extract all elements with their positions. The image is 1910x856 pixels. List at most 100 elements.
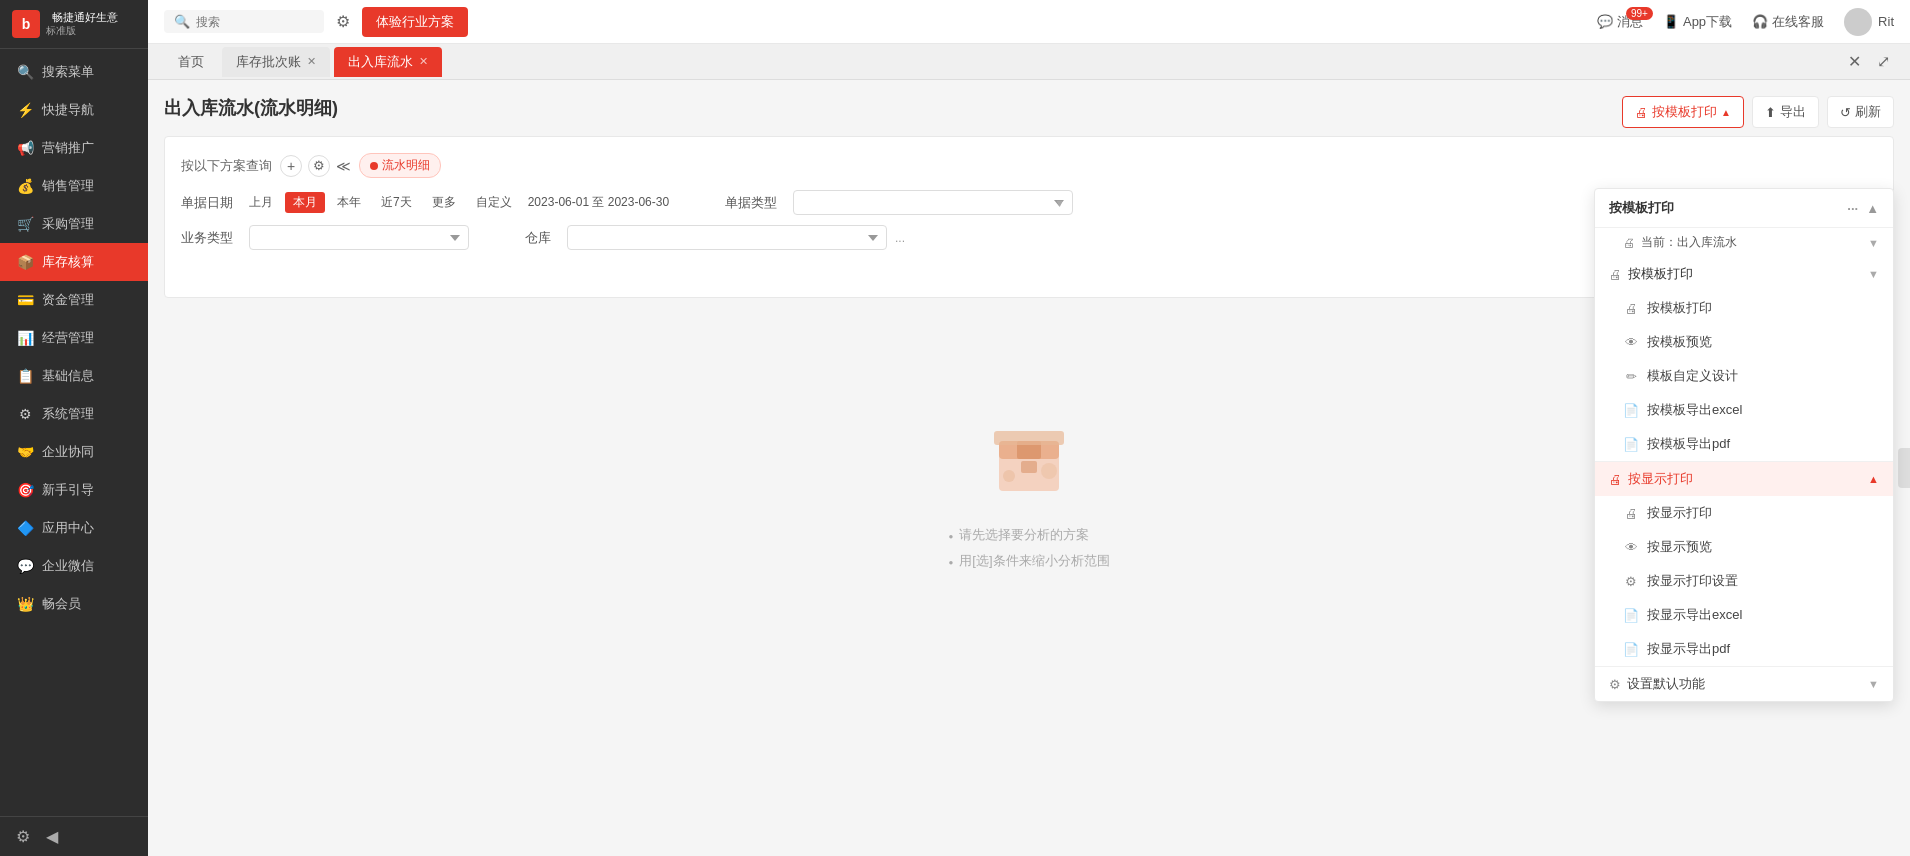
sidebar-item-sales[interactable]: 💰 销售管理 <box>0 167 148 205</box>
dropdown-current[interactable]: 🖨 当前：出入库流水 ▼ <box>1595 228 1893 257</box>
item-icon: 📄 <box>1623 641 1639 657</box>
date-option-更多[interactable]: 更多 <box>424 192 464 213</box>
industry-solution-button[interactable]: 体验行业方案 <box>362 7 468 37</box>
search-input[interactable] <box>196 15 296 29</box>
item-icon: 🖨 <box>1623 505 1639 521</box>
app-edition: 标准版 <box>46 24 118 38</box>
sidebar-item-finance[interactable]: 💳 资金管理 <box>0 281 148 319</box>
sidebar-item-member[interactable]: 👑 畅会员 <box>0 585 148 623</box>
dropdown-template-section: 🖨 按模板打印 ▼ 🖨 按模板打印👁 按模板预览✏ 模板自定义设计📄 按模板导出… <box>1595 257 1893 462</box>
nav-label-basic: 基础信息 <box>42 367 94 385</box>
display-item[interactable]: 📄 按显示导出pdf <box>1595 632 1893 666</box>
dropdown-chevron-up[interactable]: ▲ <box>1866 201 1879 216</box>
template-print-icon: 🖨 <box>1609 267 1622 282</box>
item-icon: ⚙ <box>1623 573 1639 589</box>
topbar-gear-icon[interactable]: ⚙ <box>336 12 350 31</box>
svg-point-5 <box>1041 463 1057 479</box>
print-icon: 🖨 <box>1635 105 1648 120</box>
nav-icon-inventory: 📦 <box>16 253 34 271</box>
filter-collapse-button[interactable]: ≪ <box>336 158 351 174</box>
date-option-上月[interactable]: 上月 <box>241 192 281 213</box>
online-service-button[interactable]: 🎧 在线客服 <box>1752 13 1824 31</box>
display-item[interactable]: 📄 按显示导出excel <box>1595 598 1893 632</box>
date-option-本月[interactable]: 本月 <box>285 192 325 213</box>
doctype-select[interactable] <box>793 190 1073 215</box>
date-options: 上月本月本年近7天更多自定义 <box>241 192 520 213</box>
sidebar-item-operation[interactable]: 📊 经营管理 <box>0 319 148 357</box>
filter-biztype-item: 业务类型 <box>181 225 469 250</box>
item-icon: ✏ <box>1623 368 1639 384</box>
tab-flow[interactable]: 出入库流水 ✕ <box>334 47 442 77</box>
filter-chip[interactable]: 流水明细 <box>359 153 441 178</box>
warehouse-select[interactable] <box>567 225 887 250</box>
tab-home[interactable]: 首页 <box>164 47 218 77</box>
date-label: 单据日期 <box>181 194 233 212</box>
print-template-button[interactable]: 🖨 按模板打印 ▲ <box>1622 96 1744 128</box>
filter-add-button[interactable]: + <box>280 155 302 177</box>
dropdown-more-icon[interactable]: ··· <box>1847 201 1858 216</box>
sidebar-item-basic[interactable]: 📋 基础信息 <box>0 357 148 395</box>
topbar: 🔍 ⚙ 体验行业方案 💬 消息 99+ 📱 App下载 🎧 在线客服 Rit <box>148 0 1910 44</box>
settings-default-icon: ⚙ <box>1609 677 1621 692</box>
svg-point-4 <box>1003 470 1015 482</box>
template-item[interactable]: 👁 按模板预览 <box>1595 325 1893 359</box>
sidebar-item-marketing[interactable]: 📢 营销推广 <box>0 129 148 167</box>
item-icon: 📄 <box>1623 436 1639 452</box>
biztype-select[interactable] <box>249 225 469 250</box>
template-item[interactable]: ✏ 模板自定义设计 <box>1595 359 1893 393</box>
template-item[interactable]: 🖨 按模板打印 <box>1595 291 1893 325</box>
item-label: 按模板打印 <box>1647 299 1712 317</box>
topbar-search-box[interactable]: 🔍 <box>164 10 324 33</box>
template-item[interactable]: 📄 按模板导出excel <box>1595 393 1893 427</box>
sidebar-item-wechat[interactable]: 💬 企业微信 <box>0 547 148 585</box>
sidebar-item-search[interactable]: 🔍 搜索菜单 <box>0 53 148 91</box>
settings-icon[interactable]: ⚙ <box>16 827 30 846</box>
display-item[interactable]: ⚙ 按显示打印设置 <box>1595 564 1893 598</box>
sidebar-item-enterprise[interactable]: 🤝 企业协同 <box>0 433 148 471</box>
nav-icon-sales: 💰 <box>16 177 34 195</box>
tab-batch[interactable]: 库存批次账 ✕ <box>222 47 330 77</box>
date-option-近7天[interactable]: 近7天 <box>373 192 420 213</box>
svg-rect-6 <box>1021 461 1037 473</box>
sidebar-item-appcenter[interactable]: 🔷 应用中心 <box>0 509 148 547</box>
template-section-header[interactable]: 🖨 按模板打印 ▼ <box>1595 257 1893 291</box>
nav-icon-finance: 💳 <box>16 291 34 309</box>
right-edge-button[interactable] <box>1898 448 1910 488</box>
export-icon: ⬆ <box>1765 105 1776 120</box>
filter-settings-button[interactable]: ⚙ <box>308 155 330 177</box>
sidebar-item-purchase[interactable]: 🛒 采购管理 <box>0 205 148 243</box>
tab-close-batch[interactable]: ✕ <box>307 55 316 68</box>
user-avatar-area[interactable]: Rit <box>1844 8 1894 36</box>
tab-close-all-button[interactable]: ✕ <box>1844 50 1865 73</box>
sidebar-item-inventory[interactable]: 📦 库存核算 <box>0 243 148 281</box>
item-icon: 👁 <box>1623 539 1639 555</box>
warehouse-more-button[interactable]: ... <box>895 231 905 245</box>
tab-close-flow[interactable]: ✕ <box>419 55 428 68</box>
sidebar-item-quicknav[interactable]: ⚡ 快捷导航 <box>0 91 148 129</box>
display-chevron: ▲ <box>1868 473 1879 485</box>
nav-label-quicknav: 快捷导航 <box>42 101 94 119</box>
date-option-本年[interactable]: 本年 <box>329 192 369 213</box>
tab-expand-button[interactable]: ⤢ <box>1873 50 1894 73</box>
nav-label-marketing: 营销推广 <box>42 139 94 157</box>
search-icon: 🔍 <box>174 14 190 29</box>
sidebar-item-guide[interactable]: 🎯 新手引导 <box>0 471 148 509</box>
tabbar-right: ✕ ⤢ <box>1844 50 1894 73</box>
collapse-sidebar-icon[interactable]: ◀ <box>46 827 58 846</box>
date-option-自定义[interactable]: 自定义 <box>468 192 520 213</box>
template-item[interactable]: 📄 按模板导出pdf <box>1595 427 1893 461</box>
nav-label-appcenter: 应用中心 <box>42 519 94 537</box>
page-toolbar: 🖨 按模板打印 ▲ ⬆ 导出 ↺ 刷新 <box>1622 96 1894 128</box>
display-section-header[interactable]: 🖨 按显示打印 ▲ <box>1595 462 1893 496</box>
app-download-button[interactable]: 📱 App下载 <box>1663 13 1732 31</box>
sidebar-item-system[interactable]: ⚙ 系统管理 <box>0 395 148 433</box>
display-item[interactable]: 🖨 按显示打印 <box>1595 496 1893 530</box>
export-button[interactable]: ⬆ 导出 <box>1752 96 1819 128</box>
item-label: 按显示打印 <box>1647 504 1712 522</box>
dropdown-footer[interactable]: ⚙ 设置默认功能 ▼ <box>1595 667 1893 701</box>
headset-icon: 🎧 <box>1752 14 1768 29</box>
message-button[interactable]: 💬 消息 99+ <box>1597 13 1643 31</box>
nav-icon-appcenter: 🔷 <box>16 519 34 537</box>
display-item[interactable]: 👁 按显示预览 <box>1595 530 1893 564</box>
refresh-button[interactable]: ↺ 刷新 <box>1827 96 1894 128</box>
